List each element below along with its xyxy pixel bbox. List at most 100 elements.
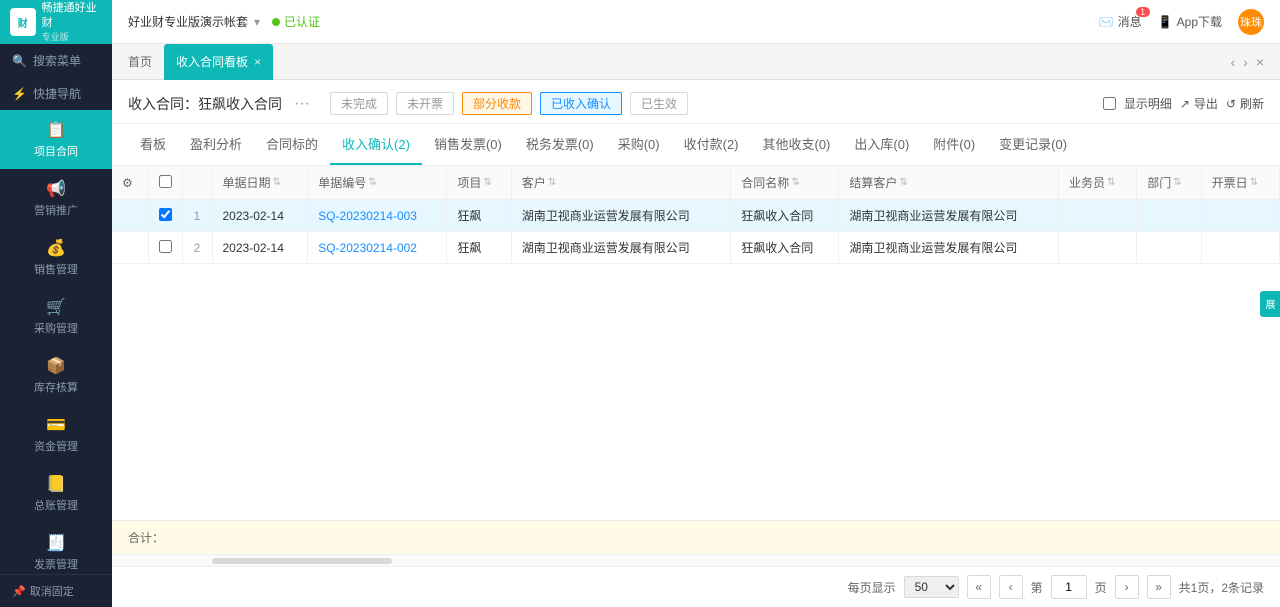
tab-close-all-button[interactable]: × <box>1256 54 1264 70</box>
status-partial[interactable]: 部分收款 <box>462 92 532 115</box>
row-customer-cell: 湖南卫视商业运营发展有限公司 <box>511 232 731 264</box>
select-all-checkbox[interactable] <box>159 175 172 188</box>
tab-close-button[interactable]: × <box>254 55 261 69</box>
th-date[interactable]: 单据日期 ⇅ <box>212 166 308 200</box>
sidebar-item-project[interactable]: 📋 项目合同 <box>0 110 112 169</box>
app-name: 畅捷通好业财 <box>42 1 102 30</box>
content-area: 收入合同：狂飙收入合同 ··· 未完成 未开票 部分收款 已收入确认 已生效 显… <box>112 80 1280 607</box>
horizontal-scrollbar[interactable] <box>112 554 1280 566</box>
tab-revenue-confirm[interactable]: 收入确认(2) <box>330 124 422 165</box>
row-docno-cell[interactable]: SQ-20230214-003 <box>308 200 447 232</box>
quick-nav-icon: ⚡ <box>12 87 27 101</box>
tab-payment[interactable]: 收付款(2) <box>672 124 751 165</box>
project-icon: 📋 <box>46 120 66 140</box>
export-button[interactable]: ↗ 导出 <box>1180 95 1218 112</box>
tab-prev-button[interactable]: ‹ <box>1230 54 1235 70</box>
general-icon: 📒 <box>46 474 66 494</box>
row-checkbox[interactable] <box>159 208 172 221</box>
row-checkbox-cell[interactable] <box>148 200 182 232</box>
tab-contract-std[interactable]: 合同标的 <box>254 124 330 165</box>
unpin-button[interactable]: 📌 取消固定 <box>0 574 112 607</box>
tab-sales-invoice[interactable]: 销售发票(0) <box>422 124 514 165</box>
active-tab[interactable]: 收入合同看板 × <box>164 44 273 80</box>
right-float-button[interactable]: 展 <box>1260 291 1280 317</box>
tab-outbound[interactable]: 出入库(0) <box>842 124 921 165</box>
tab-profit[interactable]: 盈利分析 <box>178 124 254 165</box>
page-number-input[interactable] <box>1051 575 1087 599</box>
avatar[interactable]: 珠珠 <box>1238 9 1264 35</box>
company-selector[interactable]: 好业财专业版演示帐套 ▾ <box>128 13 260 30</box>
active-tab-label: 收入合同看板 <box>176 53 248 70</box>
th-settings[interactable]: ⚙ <box>112 166 148 200</box>
th-customer[interactable]: 客户 ⇅ <box>511 166 731 200</box>
tab-other-income[interactable]: 其他收支(0) <box>751 124 843 165</box>
row-checkbox-cell[interactable] <box>148 232 182 264</box>
sales-icon: 💰 <box>46 238 66 258</box>
th-doc-no[interactable]: 单据编号 ⇅ <box>308 166 447 200</box>
sidebar-nav: 📋 项目合同 📢 营销推广 💰 销售管理 🛒 采购管理 📦 库存核算 💳 资金管… <box>0 110 112 574</box>
sidebar-item-purchase[interactable]: 🛒 采购管理 <box>0 287 112 346</box>
sort-customer-icon: ⇅ <box>548 177 556 188</box>
th-settle-customer[interactable]: 结算客户 ⇅ <box>839 166 1059 200</box>
status-incomplete[interactable]: 未完成 <box>330 92 388 115</box>
sidebar-item-capital[interactable]: 💳 资金管理 <box>0 405 112 464</box>
tab-next-button[interactable]: › <box>1243 54 1248 70</box>
tab-attachments[interactable]: 附件(0) <box>921 124 987 165</box>
th-checkbox[interactable] <box>148 166 182 200</box>
show-detail-checkbox[interactable] <box>1103 97 1116 110</box>
company-dropdown-icon: ▾ <box>254 15 260 29</box>
th-contract-name[interactable]: 合同名称 ⇅ <box>731 166 839 200</box>
sidebar-item-inventory[interactable]: 📦 库存核算 <box>0 346 112 405</box>
status-uninvoiced[interactable]: 未开票 <box>396 92 454 115</box>
purchase-icon: 🛒 <box>46 297 66 317</box>
th-salesperson[interactable]: 业务员 ⇅ <box>1058 166 1136 200</box>
settings-icon[interactable]: ⚙ <box>122 176 133 190</box>
th-project[interactable]: 项目 ⇅ <box>447 166 511 200</box>
refresh-button[interactable]: ↺ 刷新 <box>1226 95 1264 112</box>
sidebar-item-sales[interactable]: 💰 销售管理 <box>0 228 112 287</box>
row-settle-cell: 湖南卫视商业运营发展有限公司 <box>839 232 1059 264</box>
status-effective[interactable]: 已生效 <box>630 92 688 115</box>
tabs-nav: 看板 盈利分析 合同标的 收入确认(2) 销售发票(0) 税务发票(0) 采购(… <box>112 124 1280 166</box>
row-dept-cell <box>1137 200 1201 232</box>
row-salesperson-cell <box>1058 232 1136 264</box>
next-page-button[interactable]: › <box>1115 575 1139 599</box>
home-tab[interactable]: 首页 <box>128 53 164 70</box>
prev-page-button[interactable]: ‹ <box>999 575 1023 599</box>
sidebar: 财 畅捷通好业财 专业版 🔍 搜索菜单 ⚡ 快捷导航 📋 项目合同 📢 营销推广… <box>0 0 112 607</box>
table-header-row: ⚙ 单据日期 ⇅ <box>112 166 1280 200</box>
table-row: 2 2023-02-14 SQ-20230214-002 狂飙 湖南卫视商业运营… <box>112 232 1280 264</box>
header-actions: 显示明细 ↗ 导出 ↺ 刷新 <box>1103 95 1264 112</box>
contract-header: 收入合同：狂飙收入合同 ··· 未完成 未开票 部分收款 已收入确认 已生效 显… <box>112 80 1280 124</box>
status-confirmed[interactable]: 已收入确认 <box>540 92 622 115</box>
sort-salesperson-icon: ⇅ <box>1107 177 1115 188</box>
last-page-button[interactable]: » <box>1147 575 1171 599</box>
first-page-button[interactable]: « <box>967 575 991 599</box>
tab-kanban[interactable]: 看板 <box>128 124 178 165</box>
th-department[interactable]: 部门 ⇅ <box>1137 166 1201 200</box>
quick-nav[interactable]: ⚡ 快捷导航 <box>0 77 112 110</box>
doc-no-link[interactable]: SQ-20230214-002 <box>318 241 417 255</box>
show-detail-toggle[interactable]: 显示明细 <box>1103 95 1172 112</box>
sidebar-item-invoice[interactable]: 🧾 发票管理 <box>0 523 112 574</box>
row-docno-cell[interactable]: SQ-20230214-002 <box>308 232 447 264</box>
row-opendate-cell <box>1201 232 1279 264</box>
scrollbar-thumb[interactable] <box>212 558 392 564</box>
tab-tax-invoice[interactable]: 税务发票(0) <box>514 124 606 165</box>
tab-change-log[interactable]: 变更记录(0) <box>987 124 1079 165</box>
message-icon: ✉️ <box>1099 15 1114 29</box>
row-opendate-cell <box>1201 200 1279 232</box>
more-options-button[interactable]: ··· <box>294 95 310 113</box>
page-size-select[interactable]: 50 20 100 <box>904 576 959 598</box>
row-gear-cell <box>112 200 148 232</box>
th-open-date[interactable]: 开票日 ⇅ <box>1201 166 1279 200</box>
row-checkbox[interactable] <box>159 240 172 253</box>
sort-docno-icon: ⇅ <box>368 177 376 188</box>
sidebar-item-general[interactable]: 📒 总账管理 <box>0 464 112 523</box>
doc-no-link[interactable]: SQ-20230214-003 <box>318 209 417 223</box>
app-download-button[interactable]: 📱 App下载 <box>1158 13 1222 30</box>
message-button[interactable]: ✉️ 消息 1 <box>1099 13 1142 30</box>
search-menu[interactable]: 🔍 搜索菜单 <box>0 44 112 77</box>
sidebar-item-marketing[interactable]: 📢 营销推广 <box>0 169 112 228</box>
tab-purchase[interactable]: 采购(0) <box>606 124 672 165</box>
